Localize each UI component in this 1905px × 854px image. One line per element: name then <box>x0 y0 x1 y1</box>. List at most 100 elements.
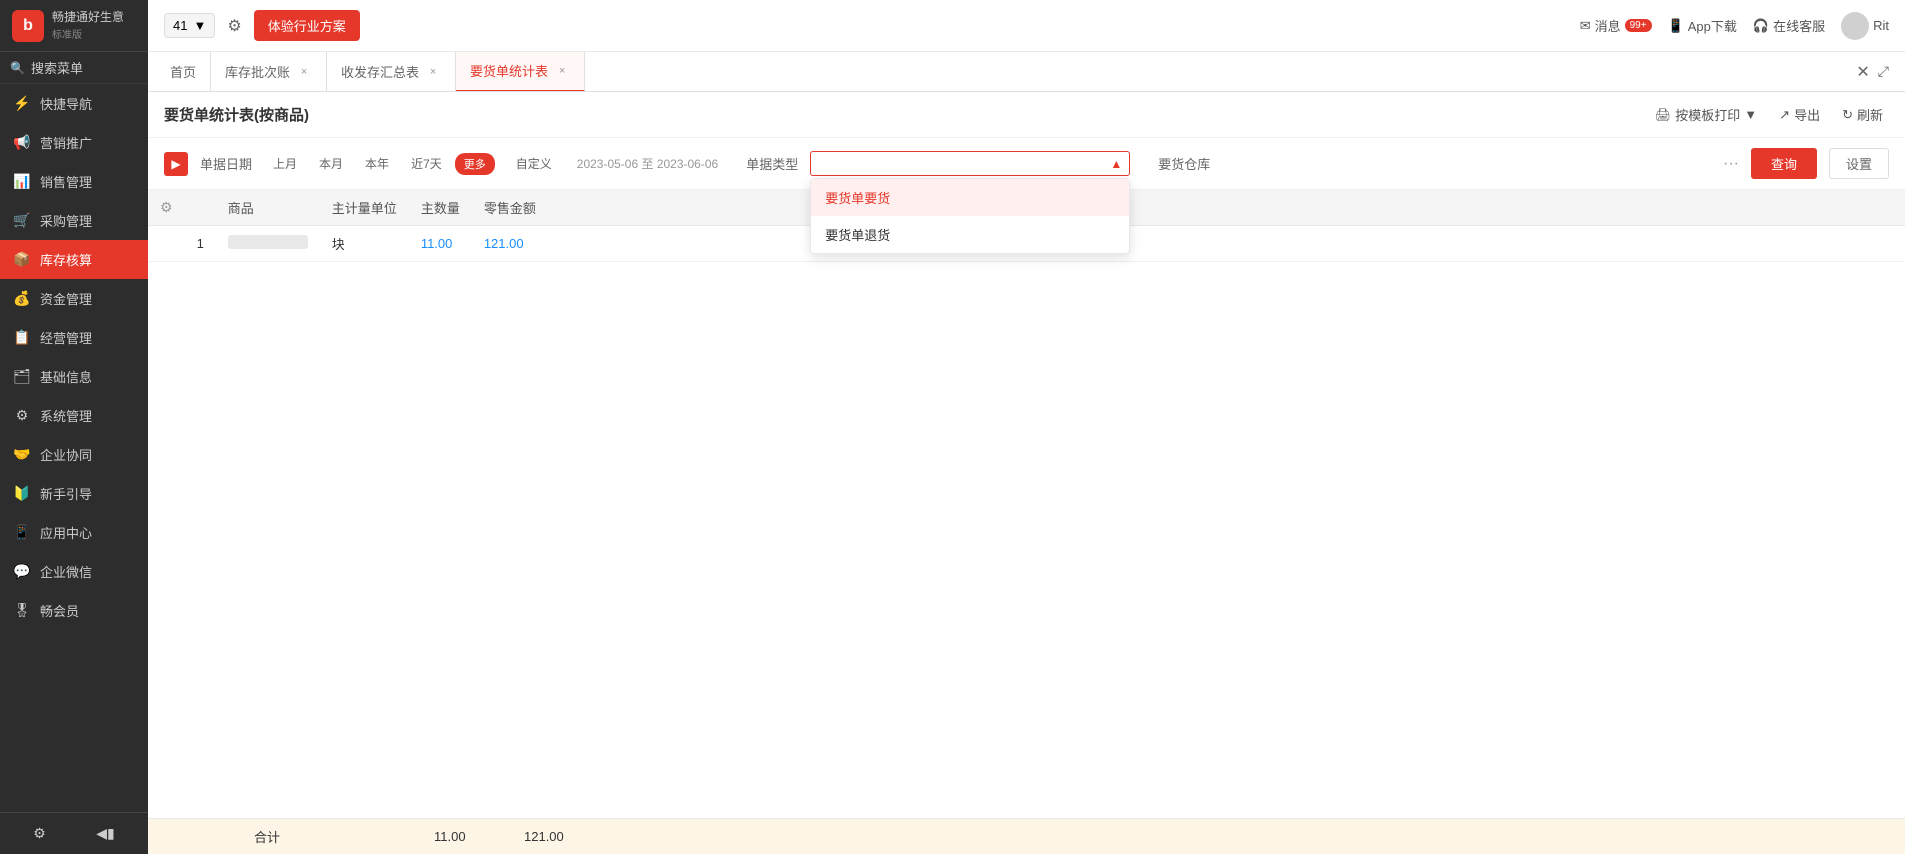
tab-label: 要货单统计表 <box>470 61 548 80</box>
tab-expand[interactable]: ⤢ <box>1878 63 1889 80</box>
date-pills: 上月 本月 本年 近7天 更多 <box>264 151 495 176</box>
pill-more[interactable]: 更多 <box>455 153 495 175</box>
type-dropdown-arrow[interactable]: ▲ <box>1110 157 1122 171</box>
sidebar-item-label: 库存核算 <box>40 250 92 269</box>
print-button[interactable]: 🖨 按模板打印 ▼ <box>1649 102 1763 127</box>
sidebar-item-label: 系统管理 <box>40 406 92 425</box>
product-placeholder <box>228 235 308 249</box>
sidebar-menu: ⚡ 快捷导航 📢 营销推广 📊 销售管理 🛒 采购管理 📦 库存核算 💰 资金管… <box>0 84 148 812</box>
cell-unit: 块 <box>320 226 409 262</box>
tab-label: 首页 <box>170 62 196 81</box>
footer-quantity: 11.00 <box>422 829 512 844</box>
print-dropdown-icon: ▼ <box>1744 107 1757 122</box>
col-settings[interactable]: ⚙ <box>148 190 185 226</box>
message-badge: 99+ <box>1625 19 1652 32</box>
sidebar-item-label: 畅会员 <box>40 601 79 620</box>
app-download-label: App下载 <box>1688 16 1737 35</box>
sidebar-item-sales[interactable]: 📊 销售管理 <box>0 162 148 201</box>
system-icon: ⚙ <box>12 407 32 424</box>
sidebar-item-wechat[interactable]: 💬 企业微信 <box>0 552 148 591</box>
footer-label: 合计 <box>242 827 302 846</box>
refresh-icon: ↻ <box>1842 107 1853 123</box>
export-button[interactable]: ↗ 导出 <box>1773 102 1826 127</box>
tab-label: 库存批次账 <box>225 62 290 81</box>
user-avatar-item[interactable]: Rit <box>1841 12 1889 40</box>
trial-button[interactable]: 体验行业方案 <box>254 10 360 41</box>
sidebar-item-operations[interactable]: 📋 经营管理 <box>0 318 148 357</box>
message-item[interactable]: ✉ 消息 99+ <box>1580 16 1652 35</box>
purchase-icon: 🛒 <box>12 212 32 229</box>
sidebar-item-marketing[interactable]: 📢 营销推广 <box>0 123 148 162</box>
store-selector[interactable]: 41 ▼ <box>164 13 215 38</box>
sidebar-item-system[interactable]: ⚙ 系统管理 <box>0 396 148 435</box>
sidebar-item-guide[interactable]: 🔰 新手引导 <box>0 474 148 513</box>
tab-close-order-stats[interactable]: × <box>554 63 570 79</box>
tab-receivable-summary[interactable]: 收发存汇总表 × <box>327 52 456 92</box>
user-name: Rit <box>1873 18 1889 33</box>
logo-icon: b <box>12 10 44 42</box>
sidebar-item-label: 企业微信 <box>40 562 92 581</box>
cell-quantity: 11.00 <box>409 226 472 262</box>
online-service-item[interactable]: 🎧 在线客服 <box>1753 16 1825 35</box>
sidebar-item-enterprise[interactable]: 🤝 企业协同 <box>0 435 148 474</box>
tab-close-inventory-batch[interactable]: × <box>296 64 312 80</box>
query-button[interactable]: 查询 <box>1751 148 1817 179</box>
pill-last-month[interactable]: 上月 <box>264 151 306 176</box>
sidebar-item-quick-nav[interactable]: ⚡ 快捷导航 <box>0 84 148 123</box>
print-label: 按模板打印 <box>1675 105 1740 124</box>
tab-close-receivable-summary[interactable]: × <box>425 64 441 80</box>
column-settings-icon[interactable]: ⚙ <box>160 199 173 215</box>
quantity-link[interactable]: 11.00 <box>421 236 453 251</box>
sidebar-item-label: 销售管理 <box>40 172 92 191</box>
sidebar-item-inventory[interactable]: 📦 库存核算 <box>0 240 148 279</box>
app-logo: b 畅捷通好生意 标准版 <box>0 0 148 52</box>
amount-link[interactable]: 121.00 <box>484 236 524 251</box>
basic-icon: 🗂 <box>12 368 32 385</box>
warehouse-filter-label: 要货仓库 <box>1158 154 1210 173</box>
sidebar-item-purchase[interactable]: 🛒 采购管理 <box>0 201 148 240</box>
type-input[interactable] <box>810 151 1130 176</box>
setting-button[interactable]: 设置 <box>1829 148 1889 179</box>
app-download-item[interactable]: 📱 App下载 <box>1668 16 1737 35</box>
settings-icon[interactable]: ⚙ <box>227 16 241 36</box>
type-dropdown: 要货单要货 要货单退货 <box>810 178 1130 254</box>
warehouse-more-btn[interactable]: ··· <box>1723 155 1739 173</box>
sidebar-item-app-center[interactable]: 📱 应用中心 <box>0 513 148 552</box>
cell-extra <box>548 226 1905 262</box>
tab-order-stats[interactable]: 要货单统计表 × <box>456 52 585 92</box>
member-icon: 🎖 <box>12 602 32 619</box>
refresh-button[interactable]: ↻ 刷新 <box>1836 102 1889 127</box>
sidebar-item-finance[interactable]: 💰 资金管理 <box>0 279 148 318</box>
cell-amount: 121.00 <box>472 226 548 262</box>
sidebar-item-label: 基础信息 <box>40 367 92 386</box>
tab-inventory-batch[interactable]: 库存批次账 × <box>211 52 327 92</box>
dropdown-item-order-return[interactable]: 要货单退货 <box>811 216 1129 253</box>
pill-this-year[interactable]: 本年 <box>356 151 398 176</box>
pill-last-7-days[interactable]: 近7天 <box>402 151 451 176</box>
page-header: 要货单统计表(按商品) 🖨 按模板打印 ▼ ↗ 导出 ↻ 刷新 <box>148 92 1905 138</box>
pill-custom[interactable]: 自定义 <box>507 151 561 176</box>
sidebar-footer: ⚙ ◀▮ <box>0 812 148 854</box>
content-area: 要货单统计表(按商品) 🖨 按模板打印 ▼ ↗ 导出 ↻ 刷新 <box>148 92 1905 854</box>
tab-window-close[interactable]: ✕ <box>1856 62 1869 82</box>
sidebar-search[interactable]: 🔍 搜索菜单 <box>0 52 148 84</box>
sidebar-settings-btn[interactable]: ⚙ <box>29 821 50 846</box>
dropdown-item-order-goods[interactable]: 要货单要货 <box>811 179 1129 216</box>
sidebar-item-member[interactable]: 🎖 畅会员 <box>0 591 148 630</box>
sidebar-item-label: 营销推广 <box>40 133 92 152</box>
avatar <box>1841 12 1869 40</box>
col-amount: 零售金额 <box>472 190 548 226</box>
topbar-left: 41 ▼ ⚙ 体验行业方案 <box>164 10 360 41</box>
filter-toggle-btn[interactable]: ▶ <box>164 152 188 176</box>
tab-home[interactable]: 首页 <box>156 52 211 92</box>
marketing-icon: 📢 <box>12 134 32 151</box>
quick-nav-icon: ⚡ <box>12 95 32 112</box>
col-product: 商品 <box>216 190 320 226</box>
sidebar-collapse-btn[interactable]: ◀▮ <box>92 821 118 846</box>
sidebar-item-label: 应用中心 <box>40 523 92 542</box>
online-service-label: 在线客服 <box>1773 16 1825 35</box>
sidebar-item-label: 快捷导航 <box>40 94 92 113</box>
pill-this-month[interactable]: 本月 <box>310 151 352 176</box>
sidebar-item-basic[interactable]: 🗂 基础信息 <box>0 357 148 396</box>
message-label: 消息 <box>1595 16 1621 35</box>
